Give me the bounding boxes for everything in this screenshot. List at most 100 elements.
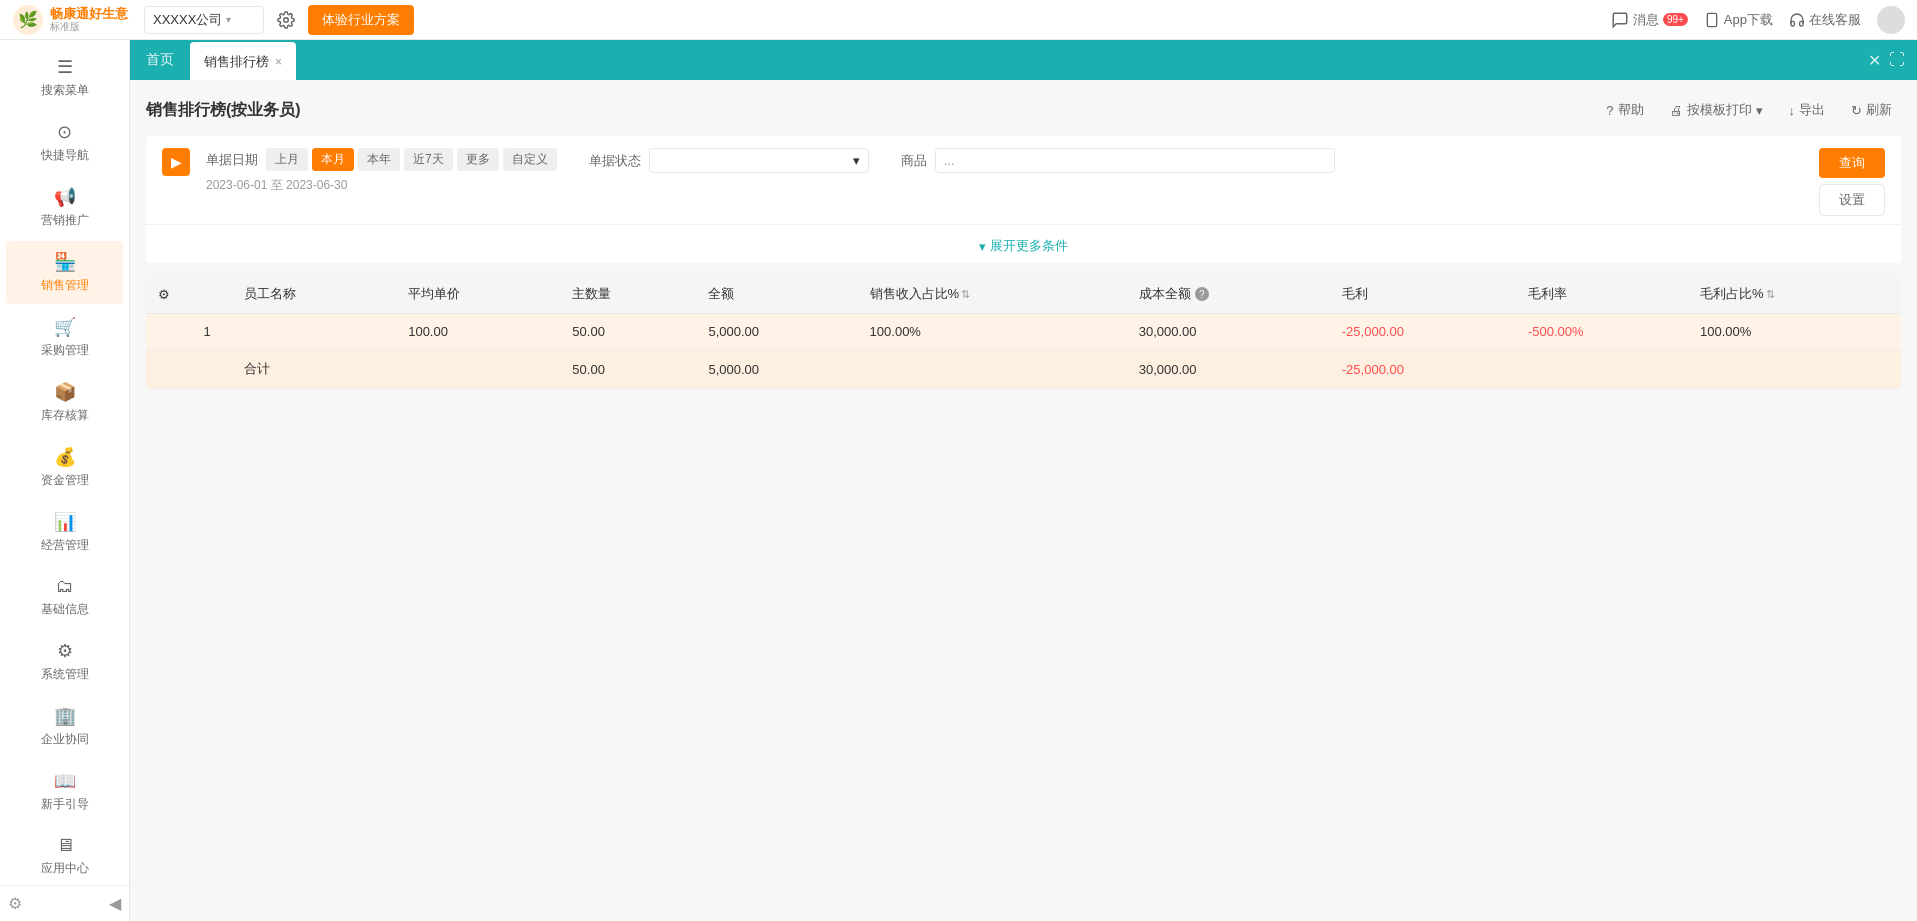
fullscreen-icon[interactable]: ⛶ [1889,51,1905,69]
date-btn-this-month[interactable]: 本月 [312,148,354,171]
date-btn-last-month[interactable]: 上月 [266,148,308,171]
sidebar-item-finance[interactable]: 💰 资金管理 [6,436,123,499]
trial-button[interactable]: 体验行业方案 [308,5,414,35]
sidebar-item-label-purchase: 采购管理 [41,342,89,359]
template-print-arrow: ▾ [1756,103,1763,118]
row-rank: 1 [182,314,232,350]
column-settings-icon[interactable]: ⚙ [158,287,170,302]
footer-gross-pct [1688,350,1901,389]
settings-icon-button[interactable] [272,6,300,34]
page-header: 销售排行榜(按业务员) ? 帮助 🖨 按模板打印 ▾ ↓ [146,96,1901,124]
top-bar-right: 消息 99+ App下载 在线客服 [1611,6,1905,34]
sidebar-item-search-order[interactable]: ☰ 搜索菜单 [6,46,123,109]
sidebar-item-operations[interactable]: 📊 经营管理 [6,501,123,564]
sidebar-item-label-system: 系统管理 [41,666,89,683]
th-main-qty: 主数量 [560,275,696,314]
expand-more-button[interactable]: ▾ 展开更多条件 [979,237,1068,255]
th-settings: ⚙ [146,275,182,314]
message-button[interactable]: 消息 99+ [1611,11,1688,29]
tab-home[interactable]: 首页 [130,40,190,80]
app-download-button[interactable]: App下载 [1704,11,1773,29]
tab-sales-ranking[interactable]: 销售排行榜 × [190,42,296,82]
query-button[interactable]: 查询 [1819,148,1885,178]
sidebar-items: ☰ 搜索菜单 ⊙ 快捷导航 📢 营销推广 🏪 销售管理 🛒 采购管理 [0,40,129,885]
sidebar-item-inventory[interactable]: 📦 库存核算 [6,371,123,434]
date-btn-7days[interactable]: 近7天 [404,148,453,171]
status-filter-select[interactable]: ▾ [649,148,869,173]
th-gross-pct: 毛利占比% ⇅ [1688,275,1901,314]
sales-pct-sort-icon[interactable]: ⇅ [961,288,970,301]
sidebar-item-label-app: 应用中心 [41,860,89,877]
sidebar-item-sales[interactable]: 🏪 销售管理 [6,241,123,304]
sidebar-item-quick-nav[interactable]: ⊙ 快捷导航 [6,111,123,174]
sidebar-settings-icon[interactable]: ⚙ [8,894,22,913]
th-sales-pct: 销售收入占比% ⇅ [858,275,1127,314]
sidebar-item-purchase[interactable]: 🛒 采购管理 [6,306,123,369]
export-label: 导出 [1799,101,1825,119]
date-btn-custom[interactable]: 自定义 [503,148,557,171]
cost-amount-info-icon[interactable]: ? [1195,287,1209,301]
system-icon: ⚙ [57,640,73,662]
svg-text:🌿: 🌿 [18,10,38,29]
sidebar-item-guide[interactable]: 📖 新手引导 [6,760,123,823]
row-avg-price: 100.00 [396,314,560,350]
online-service-button[interactable]: 在线客服 [1789,11,1861,29]
goods-filter-label: 商品 [901,152,927,170]
goods-placeholder: ... [944,153,1326,168]
gross-pct-sort-icon[interactable]: ⇅ [1766,288,1775,301]
headset-icon [1789,12,1805,28]
operations-icon: 📊 [54,511,76,533]
th-rank [182,275,232,314]
date-btn-this-year[interactable]: 本年 [358,148,400,171]
status-filter-label: 单据状态 [589,152,641,170]
row-settings [146,314,182,350]
help-button[interactable]: ? 帮助 [1597,96,1652,124]
row-gross-pct: 100.00% [1688,314,1901,350]
sidebar-item-basic-info[interactable]: 🗂 基础信息 [6,566,123,628]
row-amount: 5,000.00 [696,314,857,350]
sidebar-item-enterprise[interactable]: 🏢 企业协同 [6,695,123,758]
sidebar-item-marketing[interactable]: 📢 营销推广 [6,176,123,239]
basic-info-icon: 🗂 [56,576,74,597]
export-button[interactable]: ↓ 导出 [1780,96,1835,124]
tab-label: 销售排行榜 [204,53,269,71]
logo-area: 🌿 畅康通好生意 标准版 [12,4,128,36]
date-btn-more[interactable]: 更多 [457,148,499,171]
app-center-icon: 🖥 [56,835,74,856]
footer-amount: 5,000.00 [696,350,857,389]
goods-filter-input[interactable]: ... [935,148,1335,173]
row-cost-amount: 30,000.00 [1127,314,1330,350]
tab-close-icon[interactable]: × [275,55,282,69]
th-avg-price: 平均单价 [396,275,560,314]
print-icon: 🖨 [1670,103,1683,118]
date-range-display: 2023-06-01 至 2023-06-30 [206,177,557,194]
date-filters: 上月 本月 本年 近7天 更多 自定义 [266,148,557,171]
sidebar-item-app-center[interactable]: 🖥 应用中心 [6,825,123,885]
filter-toggle-arrow[interactable]: ▶ [162,148,190,176]
sidebar-item-label-operations: 经营管理 [41,537,89,554]
export-icon: ↓ [1789,103,1796,118]
sidebar-collapse-icon[interactable]: ◀ [109,894,121,913]
row-gross-profit: -25,000.00 [1330,314,1516,350]
row-name [232,314,396,350]
svg-rect-3 [1707,13,1716,26]
footer-sales-pct [858,350,1127,389]
row-sales-pct: 100.00% [858,314,1127,350]
template-print-button[interactable]: 🖨 按模板打印 ▾ [1661,96,1772,124]
sidebar-item-label-inventory: 库存核算 [41,407,89,424]
help-icon: ? [1606,103,1613,118]
user-avatar[interactable] [1877,6,1905,34]
page-title: 销售排行榜(按业务员) [146,100,301,121]
date-filter-label: 单据日期 [206,151,258,169]
filter-main-row: ▶ 单据日期 上月 本月 本年 近7天 更多 [146,136,1901,224]
refresh-label: 刷新 [1866,101,1892,119]
refresh-button[interactable]: ↻ 刷新 [1842,96,1901,124]
app-download-label: App下载 [1724,11,1773,29]
quick-nav-icon: ⊙ [57,121,72,143]
close-window-icon[interactable]: ✕ [1868,51,1881,70]
filter-settings-button[interactable]: 设置 [1819,184,1885,216]
sidebar-item-label-search: 搜索菜单 [41,82,89,99]
app-version: 标准版 [50,21,128,33]
sidebar-item-system[interactable]: ⚙ 系统管理 [6,630,123,693]
company-selector[interactable]: XXXXX公司 ▾ [144,6,264,34]
